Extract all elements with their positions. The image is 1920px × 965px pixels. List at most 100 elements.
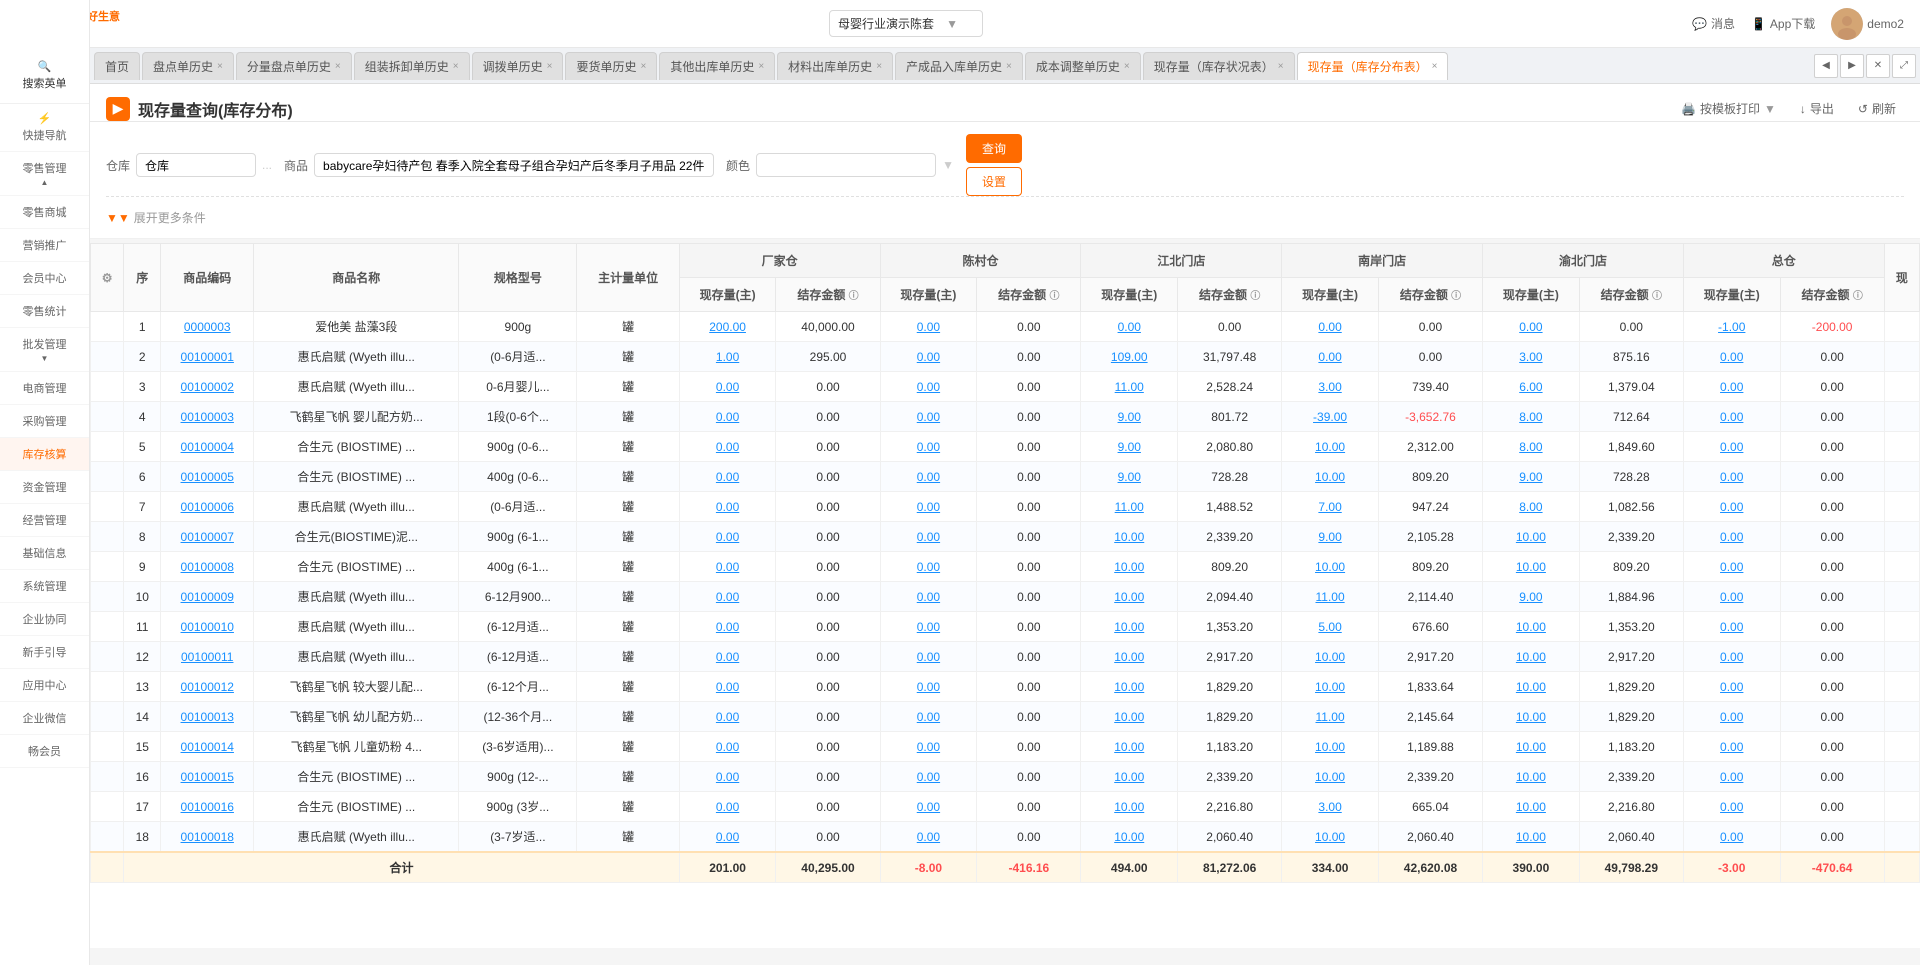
- sidebar-item-retail-mgmt[interactable]: 零售管理 ▲: [0, 152, 89, 196]
- setting-btn[interactable]: 设置: [966, 167, 1022, 196]
- data-table: ⚙ 序 商品编码 商品名称 规格型号 主计量单位 厂家仓 陈村仓 江北门店 南岸…: [90, 243, 1920, 883]
- main-content: ▶ 现存量查询(库存分布) 🖨️ 按模板打印 ▼ ↓ 导出 ↺ 刷新 仓库: [90, 84, 1920, 965]
- product-field: 商品: [284, 153, 714, 177]
- sidebar-item-ecommerce[interactable]: 电商管理: [0, 372, 89, 405]
- th-factory-stock: 现存量(主): [679, 278, 776, 312]
- th-chenshi-amount: 结存金额 ⓘ: [977, 278, 1081, 312]
- sidebar-item-purchase[interactable]: 采购管理: [0, 405, 89, 438]
- tab-stock-dist[interactable]: 现存量（库存分布表） ×: [1297, 52, 1449, 80]
- warehouse-input[interactable]: [136, 153, 256, 177]
- tab-home[interactable]: 首页: [94, 52, 140, 80]
- tab-close-icon[interactable]: ×: [758, 61, 764, 72]
- tab-sub-count[interactable]: 分量盘点单历史 ×: [236, 52, 352, 80]
- tab-next-btn[interactable]: ▶: [1840, 54, 1864, 78]
- color-field: 颜色 ▼: [726, 153, 954, 177]
- tab-close-icon[interactable]: ×: [1278, 61, 1284, 72]
- expand-divider: ▼▼ 展开更多条件: [106, 196, 1904, 226]
- warehouse-field: 仓库 ...: [106, 153, 272, 177]
- table-row: 1500100014飞鹤星飞帆 儿童奶粉 4...(3-6岁适用)...罐0.0…: [91, 732, 1920, 762]
- tab-close-icon[interactable]: ×: [1006, 61, 1012, 72]
- th-yusbei-stock: 现存量(主): [1483, 278, 1580, 312]
- sidebar-item-member2[interactable]: 畅会员: [0, 735, 89, 768]
- query-btn[interactable]: 查询: [966, 134, 1022, 163]
- th-settings[interactable]: ⚙: [91, 244, 124, 312]
- tab-requisition[interactable]: 要货单历史 ×: [565, 52, 657, 80]
- sidebar-item-retail-shop[interactable]: 零售商城: [0, 196, 89, 229]
- tab-close-icon[interactable]: ×: [876, 61, 882, 72]
- sidebar-item-member[interactable]: 会员中心: [0, 262, 89, 295]
- sidebar-item-inventory[interactable]: 库存核算: [0, 438, 89, 471]
- tab-close-icon[interactable]: ×: [1124, 61, 1130, 72]
- tab-kit[interactable]: 组装拆卸单历史 ×: [354, 52, 470, 80]
- th-jiangbei-amount: 结存金额 ⓘ: [1178, 278, 1282, 312]
- tab-close-icon[interactable]: ×: [217, 61, 223, 72]
- tab-cost-adjust[interactable]: 成本调整单历史 ×: [1025, 52, 1141, 80]
- tab-nav-btns: ◀ ▶ ✕ ⤢: [1814, 54, 1916, 78]
- info-icon[interactable]: ⓘ: [1050, 291, 1060, 302]
- tab-material-out[interactable]: 材料出库单历史 ×: [777, 52, 893, 80]
- search-area: 仓库 ... 商品 颜色 ▼ 查询 设置 ▼▼ 展开更多条件: [90, 122, 1920, 239]
- product-input[interactable]: [314, 153, 714, 177]
- th-total-stock: 现存量(主): [1683, 278, 1780, 312]
- th-nanan: 南岸门店: [1282, 244, 1483, 278]
- sidebar-item-wholesale[interactable]: 批发管理 ▼: [0, 328, 89, 372]
- chevron-down-icon: ▼: [41, 354, 49, 363]
- tab-fullscreen-btn[interactable]: ⤢: [1892, 54, 1916, 78]
- tab-close-all-btn[interactable]: ✕: [1866, 54, 1890, 78]
- table-row: 10000003爱他美 盐藻3段900g罐200.0040,000.000.00…: [91, 312, 1920, 342]
- tab-prev-btn[interactable]: ◀: [1814, 54, 1838, 78]
- tab-close-icon[interactable]: ×: [1432, 61, 1438, 72]
- tab-inventory-count[interactable]: 盘点单历史 ×: [142, 52, 234, 80]
- search-btn-sidebar[interactable]: 🔍 搜索英单: [6, 56, 83, 95]
- settings-icon[interactable]: ⚙: [102, 271, 113, 285]
- sidebar-item-enterprise-wechat[interactable]: 企业微信: [0, 702, 89, 735]
- store-selector[interactable]: 母婴行业演示陈套 ▼: [829, 10, 983, 37]
- sidebar-item-enterprise-collab[interactable]: 企业协同: [0, 603, 89, 636]
- info-icon[interactable]: ⓘ: [849, 291, 859, 302]
- tab-close-icon[interactable]: ×: [453, 61, 459, 72]
- print-btn[interactable]: 🖨️ 按模板打印 ▼: [1673, 96, 1784, 121]
- export-btn[interactable]: ↓ 导出: [1792, 96, 1842, 121]
- tab-close-icon[interactable]: ×: [547, 61, 553, 72]
- sidebar-item-new-guide[interactable]: 新手引导: [0, 636, 89, 669]
- info-icon[interactable]: ⓘ: [1451, 291, 1461, 302]
- search-icon: 🔍: [38, 60, 52, 73]
- th-spec: 规格型号: [459, 244, 577, 312]
- th-nanan-amount: 结存金额 ⓘ: [1378, 278, 1482, 312]
- info-icon[interactable]: ⓘ: [1652, 291, 1662, 302]
- sidebar-item-marketing[interactable]: 营销推广: [0, 229, 89, 262]
- page-header-actions: 🖨️ 按模板打印 ▼ ↓ 导出 ↺ 刷新: [1673, 96, 1904, 121]
- tab-other-out[interactable]: 其他出库单历史 ×: [659, 52, 775, 80]
- quick-nav-icon: ⚡: [38, 112, 52, 125]
- warehouse-more-icon[interactable]: ...: [262, 158, 272, 172]
- info-icon[interactable]: ⓘ: [1853, 291, 1863, 302]
- tab-close-icon[interactable]: ×: [640, 61, 646, 72]
- tab-product-in[interactable]: 产成品入库单历史 ×: [895, 52, 1023, 80]
- sidebar-item-quick-nav[interactable]: ⚡ 快捷导航: [0, 104, 89, 152]
- store-dropdown-icon: ▼: [946, 17, 958, 31]
- sidebar-item-system[interactable]: 系统管理: [0, 570, 89, 603]
- app-download-btn[interactable]: 📱 App下载: [1751, 15, 1815, 32]
- color-dropdown-icon[interactable]: ▼: [942, 158, 954, 172]
- expand-conditions-btn[interactable]: ▼▼ 展开更多条件: [106, 209, 1904, 226]
- sidebar-item-basic-info[interactable]: 基础信息: [0, 537, 89, 570]
- tab-close-icon[interactable]: ×: [335, 61, 341, 72]
- color-input[interactable]: [756, 153, 936, 177]
- tab-stock-status[interactable]: 现存量（库存状况表） ×: [1143, 52, 1295, 80]
- user-area[interactable]: demo2: [1831, 8, 1904, 40]
- sidebar-item-retail-stats[interactable]: 零售统计: [0, 295, 89, 328]
- table-row: 900100008合生元 (BIOSTIME) ...400g (6-1...罐…: [91, 552, 1920, 582]
- sidebar-item-operations[interactable]: 经营管理: [0, 504, 89, 537]
- chevron-icon: ▲: [41, 178, 49, 187]
- table-row: 1800100018惠氏启赋 (Wyeth illu...(3-7岁适...罐0…: [91, 822, 1920, 853]
- search-actions: 查询 设置: [966, 134, 1022, 196]
- refresh-btn[interactable]: ↺ 刷新: [1850, 96, 1904, 121]
- collapse-sidebar-btn[interactable]: ▶: [106, 97, 130, 121]
- message-btn[interactable]: 💬 消息: [1692, 15, 1735, 32]
- info-icon[interactable]: ⓘ: [1250, 291, 1260, 302]
- sidebar-item-finance[interactable]: 资金管理: [0, 471, 89, 504]
- top-bar-right: 💬 消息 📱 App下载 demo2: [1692, 8, 1904, 40]
- table-wrapper[interactable]: ⚙ 序 商品编码 商品名称 规格型号 主计量单位 厂家仓 陈村仓 江北门店 南岸…: [90, 243, 1920, 948]
- tab-transfer[interactable]: 调拨单历史 ×: [472, 52, 564, 80]
- sidebar-item-app-center[interactable]: 应用中心: [0, 669, 89, 702]
